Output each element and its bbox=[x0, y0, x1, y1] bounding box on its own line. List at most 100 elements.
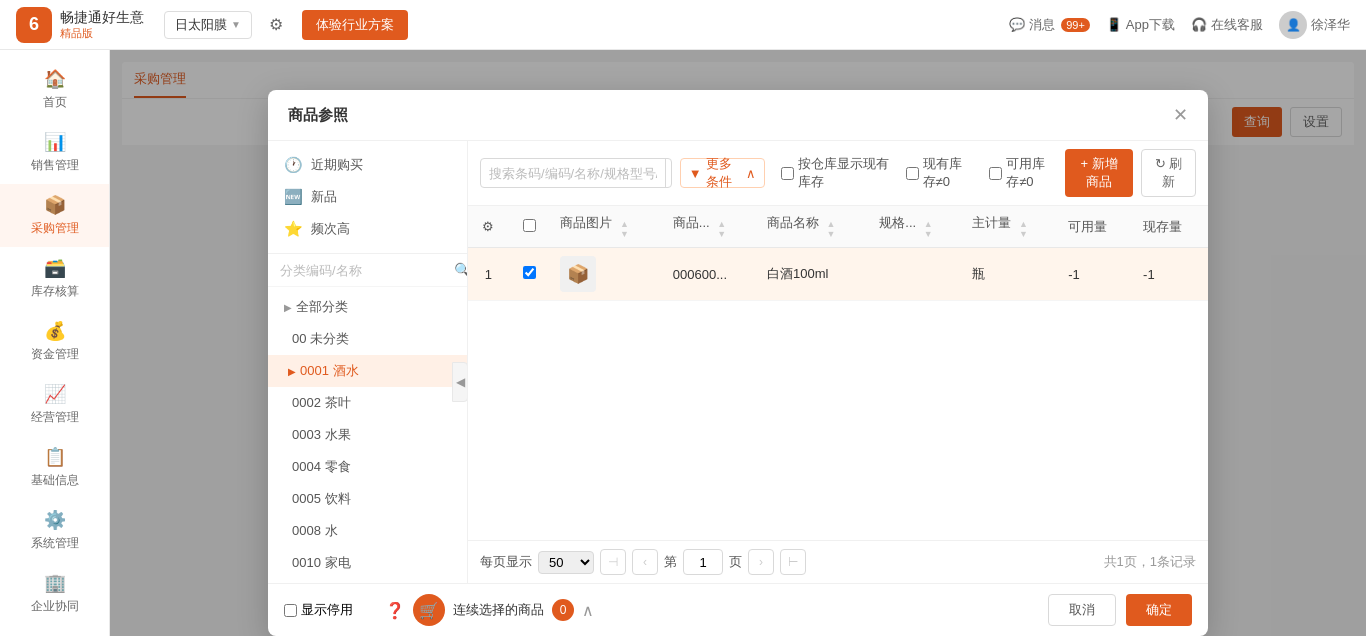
cart-collapse-icon[interactable]: ∧ bbox=[582, 601, 594, 620]
row-checkbox-cell[interactable] bbox=[509, 248, 551, 301]
sidebar-item-sales[interactable]: 📊 销售管理 bbox=[0, 121, 109, 184]
sort-name-icon[interactable]: ▲▼ bbox=[827, 219, 836, 239]
sidebar-item-purchase[interactable]: 📦 采购管理 bbox=[0, 184, 109, 247]
category-0001[interactable]: ▶ 0001 酒水 bbox=[268, 355, 467, 387]
th-checkbox bbox=[509, 206, 551, 248]
th-name[interactable]: 商品名称 ▲▼ bbox=[757, 206, 869, 248]
show-disabled-checkbox-group[interactable]: 显示停用 bbox=[284, 601, 353, 619]
checkbox-available-not-zero[interactable]: 可用库存≠0 bbox=[989, 155, 1057, 191]
inventory-icon: 🗃️ bbox=[44, 257, 66, 279]
sort-unit-icon[interactable]: ▲▼ bbox=[1019, 219, 1028, 239]
last-page-btn[interactable]: ⊢ bbox=[780, 549, 806, 575]
recent-purchase-item[interactable]: 🕐 近期购买 bbox=[268, 149, 467, 181]
product-table: ⚙ 商品图片 ▲▼ bbox=[468, 206, 1208, 301]
recent-purchase-label: 近期购买 bbox=[311, 156, 363, 174]
add-product-button[interactable]: + 新增商品 bbox=[1065, 149, 1134, 197]
store-selector[interactable]: 日太阳膜 ▼ bbox=[164, 11, 252, 39]
category-0003[interactable]: 0003 水果 bbox=[268, 419, 467, 451]
th-unit[interactable]: 主计量 ▲▼ bbox=[962, 206, 1058, 248]
new-product-item[interactable]: 🆕 新品 bbox=[268, 181, 467, 213]
category-00[interactable]: 00 未分类 bbox=[268, 323, 467, 355]
sort-image-icon[interactable]: ▲▼ bbox=[620, 219, 629, 239]
frequent-item[interactable]: ⭐ 频次高 bbox=[268, 213, 467, 245]
cart-icon[interactable]: 🛒 bbox=[413, 594, 445, 626]
page-number-input[interactable] bbox=[683, 549, 723, 575]
refresh-button[interactable]: ↻ 刷新 bbox=[1141, 149, 1196, 197]
checkbox-stock-not-zero[interactable]: 现有库存≠0 bbox=[906, 155, 974, 191]
sidebar-item-home[interactable]: 🏠 首页 bbox=[0, 58, 109, 121]
available-not-zero-checkbox[interactable] bbox=[989, 167, 1002, 180]
sidebar-item-enterprise[interactable]: 🏢 企业协同 bbox=[0, 562, 109, 625]
category-0004[interactable]: 0004 零食 bbox=[268, 451, 467, 483]
show-disabled-checkbox[interactable] bbox=[284, 604, 297, 617]
new-icon: 🆕 bbox=[284, 188, 303, 206]
headset-icon: 🎧 bbox=[1191, 17, 1207, 32]
left-panel-collapse-btn[interactable]: ◀ bbox=[452, 362, 468, 402]
first-page-btn[interactable]: ⊣ bbox=[600, 549, 626, 575]
home-icon: 🏠 bbox=[44, 68, 66, 90]
category-0005[interactable]: 0005 饮料 bbox=[268, 483, 467, 515]
category-0002[interactable]: 0002 茶叶 bbox=[268, 387, 467, 419]
product-search-input[interactable] bbox=[481, 166, 665, 181]
sidebar-label-operation: 经营管理 bbox=[31, 409, 79, 426]
table-row[interactable]: 1 📦 000600... 白酒100ml bbox=[468, 248, 1208, 301]
sidebar-item-operation[interactable]: 📈 经营管理 bbox=[0, 373, 109, 436]
product-search-button[interactable]: 🔍 bbox=[665, 159, 672, 187]
online-service-btn[interactable]: 🎧 在线客服 bbox=[1191, 16, 1263, 34]
main-layout: 🏠 首页 📊 销售管理 📦 采购管理 🗃️ 库存核算 💰 资金管理 📈 经营管理… bbox=[0, 50, 1366, 636]
finance-icon: 💰 bbox=[44, 320, 66, 342]
basic-icon: 📋 bbox=[44, 446, 66, 468]
next-page-btn[interactable]: › bbox=[748, 549, 774, 575]
th-image[interactable]: 商品图片 ▲▼ bbox=[550, 206, 662, 248]
category-0010[interactable]: 0010 家电 bbox=[268, 547, 467, 579]
stock-not-zero-checkbox[interactable] bbox=[906, 167, 919, 180]
confirm-button[interactable]: 确定 bbox=[1126, 594, 1192, 626]
th-settings[interactable]: ⚙ bbox=[468, 206, 509, 248]
message-btn[interactable]: 💬 消息 99+ bbox=[1009, 16, 1090, 34]
store-name: 日太阳膜 bbox=[175, 16, 227, 34]
product-thumbnail: 📦 bbox=[560, 256, 596, 292]
brand-name: 畅捷通好生意 bbox=[60, 8, 144, 26]
app-download-btn[interactable]: 📱 App下载 bbox=[1106, 16, 1175, 34]
th-spec[interactable]: 规格... ▲▼ bbox=[869, 206, 962, 248]
settings-icon[interactable]: ⚙ bbox=[260, 9, 292, 41]
filter-more-btn[interactable]: ▼ 更多条件 ∧ bbox=[680, 158, 765, 188]
left-panel: 🕐 近期购买 🆕 新品 ⭐ 频次高 bbox=[268, 141, 468, 583]
page-size-select[interactable]: 10 20 50 100 bbox=[538, 551, 594, 574]
category-0008[interactable]: 0008 水 bbox=[268, 515, 467, 547]
warehouse-stock-checkbox[interactable] bbox=[781, 167, 794, 180]
pagination-bar: 每页显示 10 20 50 100 ⊣ ‹ 第 页 bbox=[468, 540, 1208, 583]
user-profile[interactable]: 👤 徐泽华 bbox=[1279, 11, 1350, 39]
sidebar-item-system[interactable]: ⚙️ 系统管理 bbox=[0, 499, 109, 562]
search-icon[interactable]: 🔍 bbox=[454, 262, 468, 278]
enterprise-icon: 🏢 bbox=[44, 572, 66, 594]
help-icon[interactable]: ❓ bbox=[385, 601, 405, 620]
modal-close-button[interactable]: ✕ bbox=[1173, 104, 1188, 126]
category-all[interactable]: ▶ 全部分类 bbox=[268, 291, 467, 323]
sidebar-item-inventory[interactable]: 🗃️ 库存核算 bbox=[0, 247, 109, 310]
sort-code-icon[interactable]: ▲▼ bbox=[717, 219, 726, 239]
cancel-button[interactable]: 取消 bbox=[1048, 594, 1116, 626]
checkbox-warehouse-stock[interactable]: 按仓库显示现有库存 bbox=[781, 155, 890, 191]
modal-toolbar: 🔍 ▼ 更多条件 ∧ 按仓库显示现有库存 bbox=[468, 141, 1208, 206]
experience-btn[interactable]: 体验行业方案 bbox=[302, 10, 408, 40]
sort-spec-icon[interactable]: ▲▼ bbox=[924, 219, 933, 239]
select-all-checkbox[interactable] bbox=[523, 219, 536, 232]
row-unit: 瓶 bbox=[962, 248, 1058, 301]
modal-body: 🕐 近期购买 🆕 新品 ⭐ 频次高 bbox=[268, 141, 1208, 583]
sidebar-item-basic[interactable]: 📋 基础信息 bbox=[0, 436, 109, 499]
sidebar-item-guide[interactable]: 🎯 新手引导 bbox=[0, 625, 109, 636]
cat-0010-label: 0010 家电 bbox=[292, 554, 351, 572]
row-image: 📦 bbox=[550, 248, 662, 301]
row-no: 1 bbox=[468, 248, 509, 301]
row-checkbox[interactable] bbox=[523, 266, 536, 279]
prev-page-btn[interactable]: ‹ bbox=[632, 549, 658, 575]
th-code[interactable]: 商品... ▲▼ bbox=[663, 206, 757, 248]
category-search-input[interactable] bbox=[280, 263, 448, 278]
frequent-label: 频次高 bbox=[311, 220, 350, 238]
sidebar-label-basic: 基础信息 bbox=[31, 472, 79, 489]
sidebar-item-finance[interactable]: 💰 资金管理 bbox=[0, 310, 109, 373]
row-available: -1 bbox=[1058, 248, 1133, 301]
total-info: 共1页，1条记录 bbox=[1104, 553, 1196, 571]
cat-0005-label: 0005 饮料 bbox=[292, 490, 351, 508]
